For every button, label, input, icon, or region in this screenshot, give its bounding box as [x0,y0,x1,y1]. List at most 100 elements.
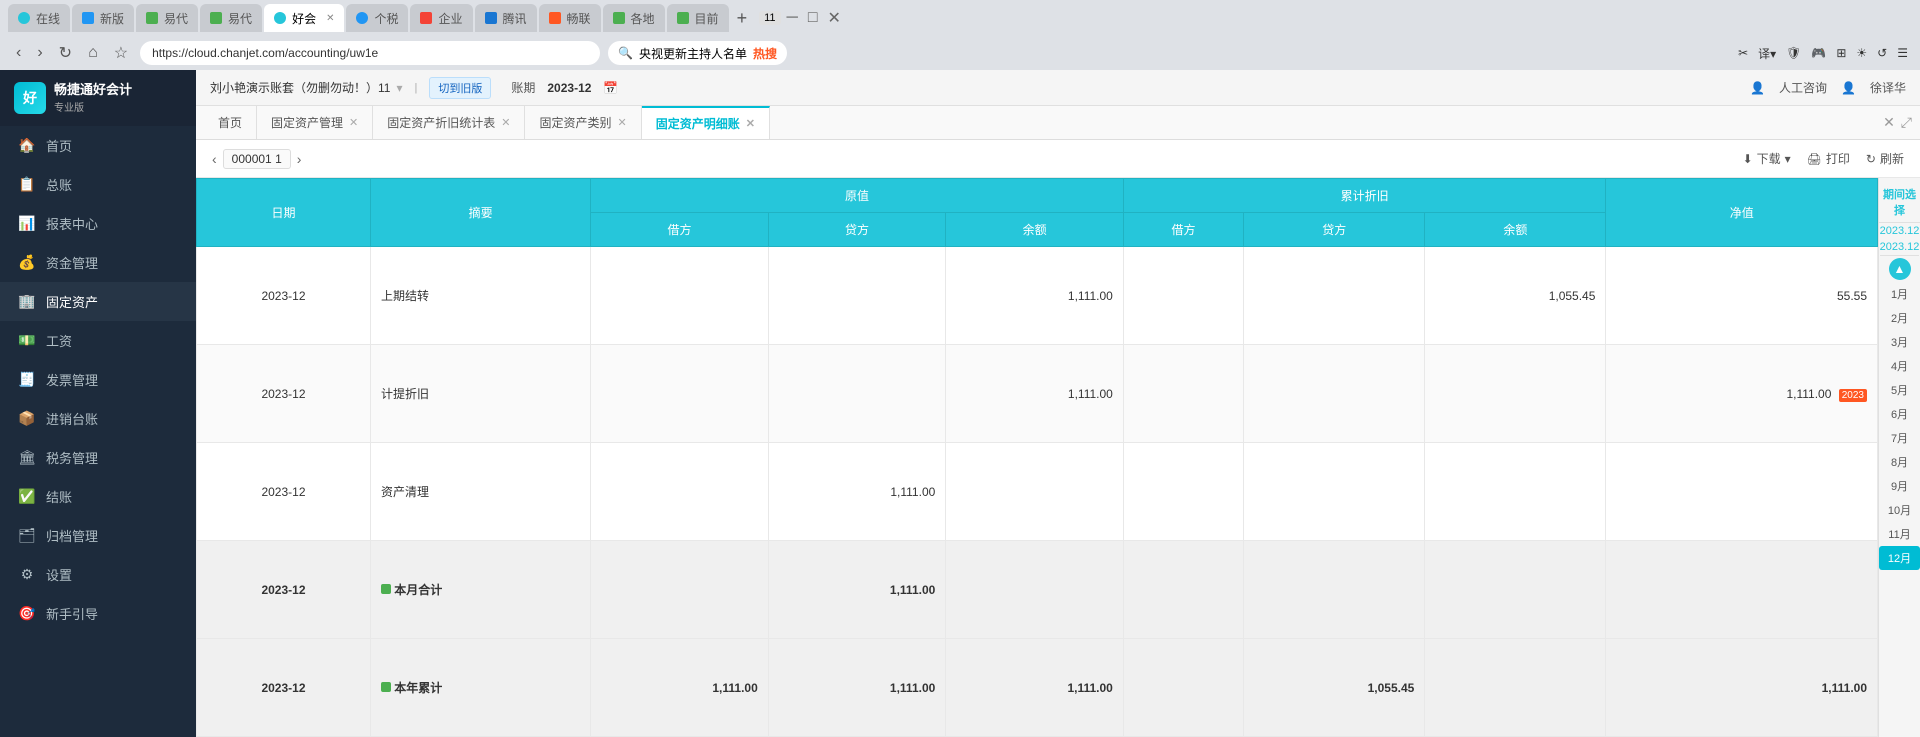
period-month-7[interactable]: 7月 [1879,426,1920,450]
browser-tab-online[interactable]: 在线 [8,4,70,32]
tab-label-haokuai: 好会 [292,10,316,27]
td-date-3: 2023-12 [197,443,371,541]
tab-depreciation-stats-close[interactable]: ✕ [501,116,510,129]
print-button[interactable]: 🖨 打印 [1807,150,1850,167]
sidebar-label-archive: 归档管理 [46,526,98,545]
tab-close-haokuai[interactable]: ✕ [326,13,334,24]
th-orig-balance: 余额 [946,213,1124,247]
tab-asset-category-close[interactable]: ✕ [618,116,627,129]
translate-icon[interactable]: 译▾ [1758,45,1776,62]
back-button[interactable]: ‹ [12,42,25,64]
next-page-button[interactable]: › [297,151,302,167]
period-month-9[interactable]: 9月 [1879,474,1920,498]
reload-button[interactable]: ↻ [55,41,76,65]
sidebar-item-fixed-assets[interactable]: 🏢 固定资产 [0,282,196,321]
address-input[interactable] [140,41,600,65]
switch-version-button[interactable]: 切到旧版 [429,77,491,99]
new-tab-button[interactable]: + [731,8,754,29]
sidebar-item-closing[interactable]: ✅ 结账 [0,477,196,516]
payroll-icon: 💵 [18,332,36,350]
period-month-1[interactable]: 1月 [1879,282,1920,306]
sidebar-item-purchases[interactable]: 📦 进销台账 [0,399,196,438]
sidebar-item-tax[interactable]: 🏛 税务管理 [0,438,196,477]
user-name: 徐译华 [1870,79,1906,96]
tab-count-badge[interactable]: 11 [759,11,780,25]
window-close-button[interactable]: ✕ [828,8,841,28]
download-dropdown-icon: ▾ [1785,152,1791,166]
sidebar-item-funds[interactable]: 💰 资金管理 [0,243,196,282]
browser-tab-geshui[interactable]: 个税 [346,4,408,32]
period-month-8[interactable]: 8月 [1879,450,1920,474]
sidebar-item-general-ledger[interactable]: 📋 总账 [0,165,196,204]
history-icon[interactable]: ↺ [1877,46,1887,60]
browser-tab-yidai1[interactable]: 易代 [136,4,198,32]
download-button[interactable]: ⬇ 下载 ▾ [1743,150,1791,167]
tab-fixed-assets-mgmt[interactable]: 固定资产管理 ✕ [257,106,373,140]
prev-page-button[interactable]: ‹ [212,151,217,167]
sidebar-item-settings[interactable]: ⚙ 设置 [0,555,196,594]
tab-home[interactable]: 首页 [204,106,257,140]
period-month-2[interactable]: 2月 [1879,306,1920,330]
favicon-qiye [420,12,432,24]
browser-tab-yidai2[interactable]: 易代 [200,4,262,32]
tab-label-new: 新版 [100,10,124,27]
period-month-3[interactable]: 3月 [1879,330,1920,354]
bookmark-button[interactable]: ☆ [110,41,132,65]
sidebar-label-tax: 税务管理 [46,448,98,467]
tab-asset-detail-close[interactable]: ✕ [746,117,755,130]
tab-depreciation-stats[interactable]: 固定资产折旧统计表 ✕ [373,106,525,140]
td-date-4: 2023-12 [197,541,371,639]
window-max-button[interactable]: □ [808,9,818,27]
period-month-10[interactable]: 10月 [1879,498,1920,522]
refresh-button[interactable]: ↻ 刷新 [1866,150,1904,167]
panel-close-button[interactable]: ✕ [1883,114,1895,131]
ai-consult-label[interactable]: 人工咨询 [1779,79,1827,96]
account-selector[interactable]: 刘小艳演示账套（勿删勿动！）11 ▾ [210,79,403,96]
sidebar-item-payroll[interactable]: 💵 工资 [0,321,196,360]
period-month-5[interactable]: 5月 [1879,378,1920,402]
browser-tab-gedi[interactable]: 各地 [603,4,665,32]
user-avatar-icon: 👤 [1841,81,1856,95]
scroll-up-button[interactable]: ▲ [1889,258,1911,280]
panel-expand-button[interactable]: ⤢ [1901,114,1912,131]
tab-fixed-assets-mgmt-close[interactable]: ✕ [349,116,358,129]
calendar-icon[interactable]: 📅 [603,81,618,95]
browser-tab-haokuai[interactable]: 好会 ✕ [264,4,344,32]
tab-asset-detail[interactable]: 固定资产明细账 ✕ [642,106,770,140]
browser-tab-qiye[interactable]: 企业 [410,4,472,32]
browser-tab-new[interactable]: 新版 [72,4,134,32]
window-min-button[interactable]: ─ [787,9,798,27]
sidebar-item-reports[interactable]: 📊 报表中心 [0,204,196,243]
scissors-icon[interactable]: ✂ [1738,46,1748,60]
extension-icon[interactable]: 🛡 [1786,46,1801,60]
td-date-5: 2023-12 [197,639,371,737]
tab-asset-category[interactable]: 固定资产类别 ✕ [525,106,641,140]
td-dep-balance-5 [1425,639,1606,737]
tab-asset-detail-label: 固定资产明细账 [656,115,740,132]
sidebar-item-guide[interactable]: 🎯 新手引导 [0,594,196,633]
theme-icon[interactable]: ☀ [1856,46,1867,60]
period-month-6[interactable]: 6月 [1879,402,1920,426]
sidebar-item-invoice[interactable]: 🧾 发票管理 [0,360,196,399]
home-button[interactable]: ⌂ [84,42,102,64]
period-month-12[interactable]: 12月 [1879,546,1920,570]
invoice-icon: 🧾 [18,371,36,389]
gamepad-icon[interactable]: 🎮 [1811,46,1826,60]
period-month-4[interactable]: 4月 [1879,354,1920,378]
ai-consult-icon: 👤 [1750,81,1765,95]
forward-button[interactable]: › [33,42,46,64]
td-summary-3: 资产清理 [370,443,590,541]
top-bar-right: 👤 人工咨询 👤 徐译华 [1750,79,1906,96]
sidebar-item-archive[interactable]: 🗂 归档管理 [0,516,196,555]
top-bar: 刘小艳演示账套（勿删勿动！）11 ▾ | 切到旧版 账期 2023-12 📅 👤… [196,70,1920,106]
menu-icon[interactable]: ☰ [1897,46,1908,60]
browser-tab-tengxun[interactable]: 腾讯 [475,4,537,32]
sidebar-item-home[interactable]: 🏠 首页 [0,126,196,165]
browser-tab-chang[interactable]: 畅联 [539,4,601,32]
period-month-11[interactable]: 11月 [1879,522,1920,546]
grid-icon[interactable]: ⊞ [1836,46,1846,60]
td-orig-balance-1: 1,111.00 [946,247,1124,345]
favicon-new [82,12,94,24]
browser-tab-muqian[interactable]: 目前 [667,4,729,32]
tab-label-tengxun: 腾讯 [503,10,527,27]
